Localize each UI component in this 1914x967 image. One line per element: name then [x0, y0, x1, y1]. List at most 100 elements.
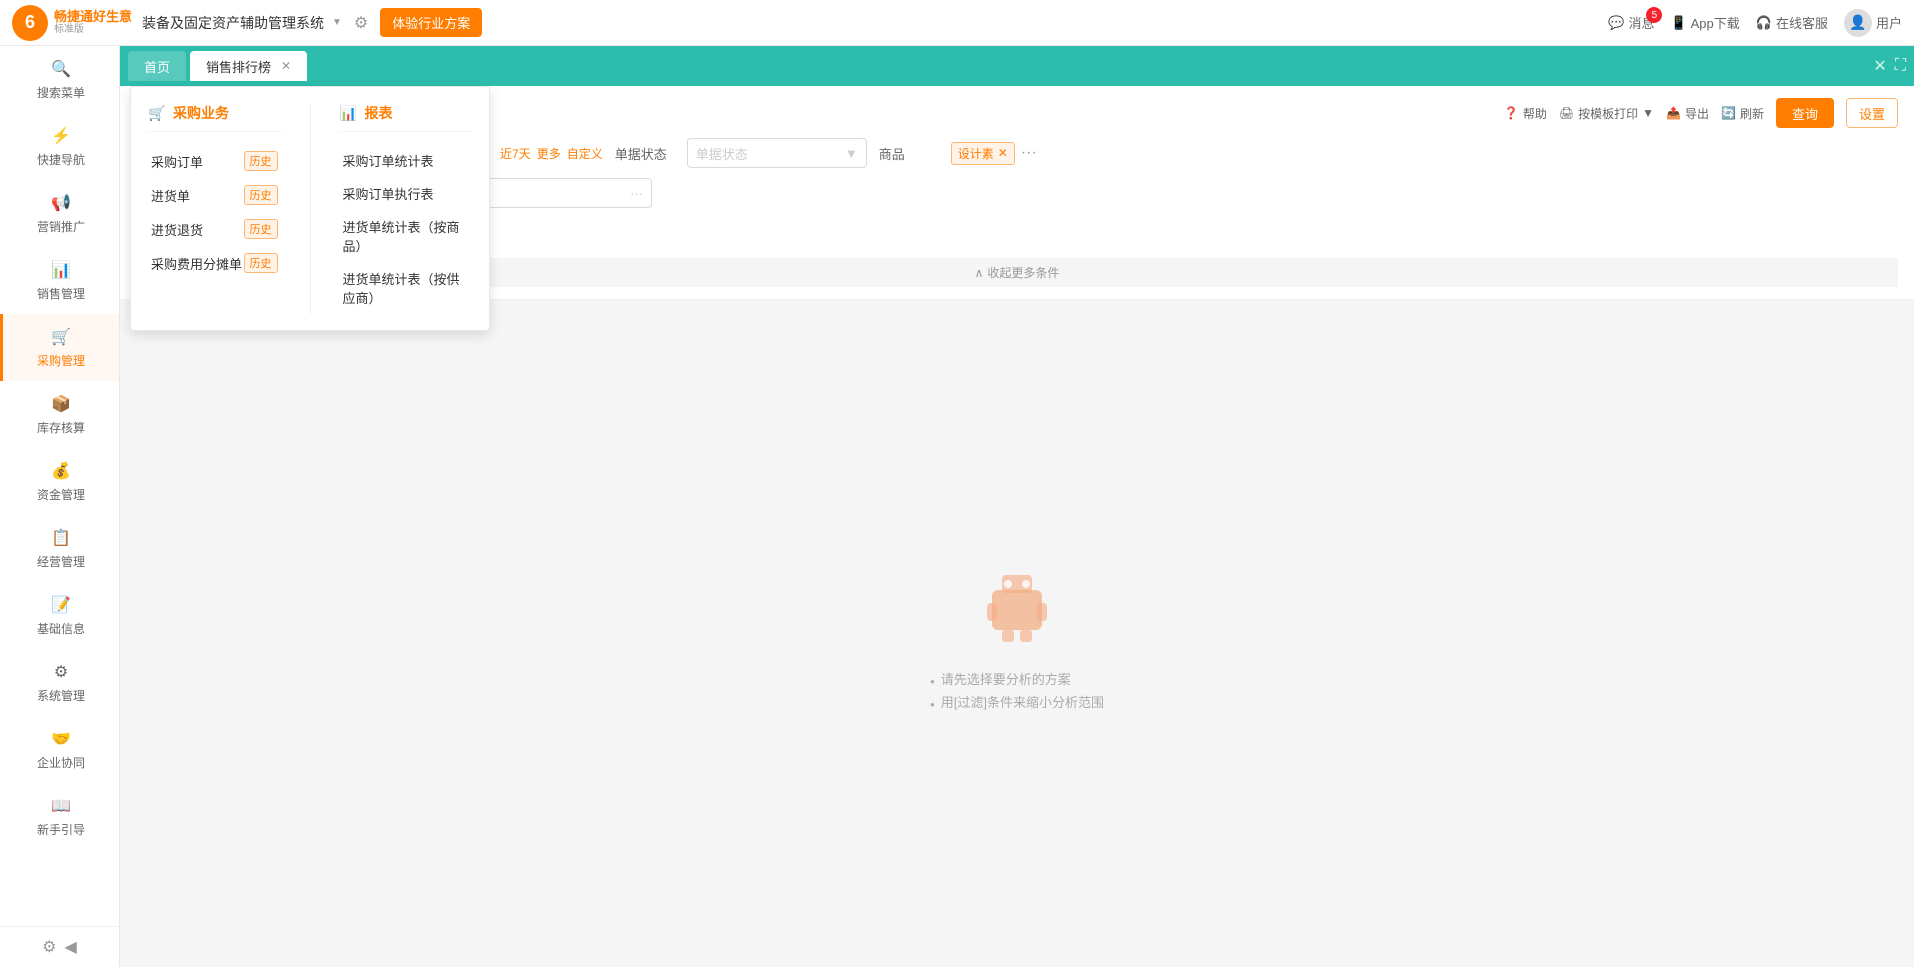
user-item[interactable]: 👤 用户 [1844, 9, 1902, 37]
purchase-expense-item[interactable]: 采购费用分摊单 历史 [147, 246, 282, 280]
online-service-item[interactable]: 🎧 在线客服 [1756, 13, 1828, 32]
sidebar-item-finance[interactable]: 💰 资金管理 [0, 448, 119, 515]
purchase-business-icon: 🛒 [147, 103, 167, 123]
empty-illustration [967, 555, 1067, 655]
goods-tag-close[interactable]: ✕ [998, 146, 1008, 160]
sales-icon: 📊 [50, 259, 72, 281]
sidebar: 🔍 搜索菜单 ⚡ 快捷导航 📢 营销推广 📊 销售管理 🛒 采购管理 📦 库存核… [0, 46, 120, 967]
report-purchase-order-exec[interactable]: 采购订单执行表 [339, 177, 474, 210]
sidebar-label-sales: 销售管理 [37, 285, 85, 302]
refresh-button[interactable]: 🔄 刷新 [1721, 105, 1764, 122]
empty-tips: 请先选择要分析的方案 用[过滤]条件来缩小分析范围 [930, 667, 1104, 713]
purchase-business-col: 🛒 采购业务 采购订单 历史 进货单 历史 进货退货 历史 采购费用分摊单 历史 [147, 103, 282, 314]
sidebar-settings-btn[interactable]: ⚙ [42, 937, 56, 957]
sidebar-item-system[interactable]: ⚙ 系统管理 [0, 649, 119, 716]
tab-home-label: 首页 [144, 57, 170, 76]
document-status-label: 单据状态 [615, 144, 675, 163]
purchase-inbound-item[interactable]: 进货单 历史 [147, 178, 282, 212]
purchase-business-title: 🛒 采购业务 [147, 103, 282, 132]
empty-tip-2: 用[过滤]条件来缩小分析范围 [930, 690, 1104, 713]
sidebar-label-guide: 新手引导 [37, 821, 85, 838]
purchase-icon: 🛒 [50, 326, 72, 348]
export-icon: 📤 [1666, 106, 1681, 120]
message-icon: 💬 [1608, 15, 1624, 31]
purchase-dropdown-menu: 🛒 采购业务 采购订单 历史 进货单 历史 进货退货 历史 采购费用分摊单 历史 [130, 86, 490, 331]
sidebar-item-marketing[interactable]: 📢 营销推广 [0, 180, 119, 247]
print-icon: 🖨 [1559, 106, 1574, 120]
sidebar-item-inventory[interactable]: 📦 库存核算 [0, 381, 119, 448]
help-icon: ❓ [1504, 106, 1519, 120]
query-button[interactable]: 查询 [1776, 98, 1834, 128]
logo-text: 畅捷通好生意 标准版 [54, 9, 132, 37]
notification-badge: 5 [1646, 7, 1662, 23]
industry-button[interactable]: 体验行业方案 [380, 8, 482, 37]
date-custom-btn[interactable]: 自定义 [567, 145, 603, 162]
goods-tag: 设计素 ✕ [951, 142, 1015, 165]
system-name-text: 装备及固定资产辅助管理系统 [142, 13, 324, 33]
sidebar-item-quick-nav[interactable]: ⚡ 快捷导航 [0, 113, 119, 180]
basic-icon: 📝 [50, 594, 72, 616]
app-download-item[interactable]: 📱 App下载 [1670, 13, 1739, 32]
system-dropdown-arrow[interactable]: ▼ [332, 17, 342, 28]
tab-bar: 首页 销售排行榜 ✕ ✕ ⛶ [120, 46, 1914, 86]
sidebar-label-inventory: 库存核算 [37, 419, 85, 436]
gear-button[interactable]: ⚙ [350, 9, 372, 37]
system-icon: ⚙ [50, 661, 72, 683]
print-button[interactable]: 🖨 按模板打印 ▼ [1559, 105, 1654, 122]
export-button[interactable]: 📤 导出 [1666, 105, 1709, 122]
purchase-order-item[interactable]: 采购订单 历史 [147, 144, 282, 178]
date-more-btn[interactable]: 更多 [537, 145, 561, 162]
tab-close-all-btn[interactable]: ✕ [1873, 56, 1886, 76]
purchase-expense-history-badge: 历史 [244, 253, 278, 273]
purchase-return-history-badge: 历史 [244, 219, 278, 239]
empty-state: 请先选择要分析的方案 用[过滤]条件来缩小分析范围 [120, 300, 1914, 967]
report-inbound-by-goods[interactable]: 进货单统计表（按商品） [339, 210, 474, 262]
logo-area: 6 畅捷通好生意 标准版 [12, 5, 132, 41]
empty-tip-1: 请先选择要分析的方案 [930, 667, 1104, 690]
sidebar-bottom: ⚙ ◀ [0, 926, 119, 967]
tab-bar-end: ✕ ⛶ [1873, 56, 1906, 76]
goods-more-btn[interactable]: ··· [1021, 144, 1037, 162]
tab-sales-rank[interactable]: 销售排行榜 ✕ [190, 51, 307, 81]
sidebar-label-search: 搜索菜单 [37, 84, 85, 101]
quick-nav-icon: ⚡ [50, 125, 72, 147]
logo-subtitle: 标准版 [54, 24, 132, 36]
sidebar-label-system: 系统管理 [37, 687, 85, 704]
sidebar-label-enterprise: 企业协同 [37, 754, 85, 771]
sidebar-item-basic[interactable]: 📝 基础信息 [0, 582, 119, 649]
app-download-label: App下载 [1691, 13, 1740, 32]
sidebar-item-guide[interactable]: 📖 新手引导 [0, 783, 119, 850]
refresh-icon: 🔄 [1721, 106, 1736, 120]
notification-item[interactable]: 💬 消息 5 [1608, 13, 1654, 32]
date-quick-buttons: 近7天 更多 自定义 [500, 145, 603, 162]
tab-expand-btn[interactable]: ⛶ [1895, 57, 1906, 75]
sidebar-label-marketing: 营销推广 [37, 218, 85, 235]
tab-close-icon[interactable]: ✕ [281, 59, 291, 73]
settings-button[interactable]: 设置 [1846, 98, 1898, 128]
document-status-dropdown-icon: ▼ [845, 146, 858, 161]
avatar: 👤 [1844, 9, 1872, 37]
header-right: 💬 消息 5 📱 App下载 🎧 在线客服 👤 用户 [1608, 9, 1902, 37]
sidebar-item-operations[interactable]: 📋 经营管理 [0, 515, 119, 582]
sidebar-item-search[interactable]: 🔍 搜索菜单 [0, 46, 119, 113]
top-header: 6 畅捷通好生意 标准版 装备及固定资产辅助管理系统 ▼ ⚙ 体验行业方案 💬 … [0, 0, 1914, 46]
purchase-return-item[interactable]: 进货退货 历史 [147, 212, 282, 246]
sidebar-item-enterprise[interactable]: 🤝 企业协同 [0, 716, 119, 783]
sidebar-item-sales[interactable]: 📊 销售管理 [0, 247, 119, 314]
sidebar-label-operations: 经营管理 [37, 553, 85, 570]
tab-sales-rank-label: 销售排行榜 [206, 57, 271, 76]
report-inbound-by-supplier[interactable]: 进货单统计表（按供应商） [339, 262, 474, 314]
sidebar-label-finance: 资金管理 [37, 486, 85, 503]
sidebar-item-purchase[interactable]: 🛒 采购管理 [0, 314, 119, 381]
header-system-name: 装备及固定资产辅助管理系统 ▼ ⚙ 体验行业方案 [132, 8, 1608, 37]
purchase-inbound-history-badge: 历史 [244, 185, 278, 205]
sidebar-collapse-btn[interactable]: ◀ [65, 937, 77, 957]
tab-home[interactable]: 首页 [128, 51, 186, 81]
salesperson-more-btn[interactable]: ··· [630, 186, 643, 201]
date-7days-btn[interactable]: 近7天 [500, 145, 531, 162]
report-purchase-order-stat[interactable]: 采购订单统计表 [339, 144, 474, 177]
help-button[interactable]: ❓ 帮助 [1504, 105, 1547, 122]
inventory-icon: 📦 [50, 393, 72, 415]
marketing-icon: 📢 [50, 192, 72, 214]
goods-label: 商品 [879, 144, 939, 163]
